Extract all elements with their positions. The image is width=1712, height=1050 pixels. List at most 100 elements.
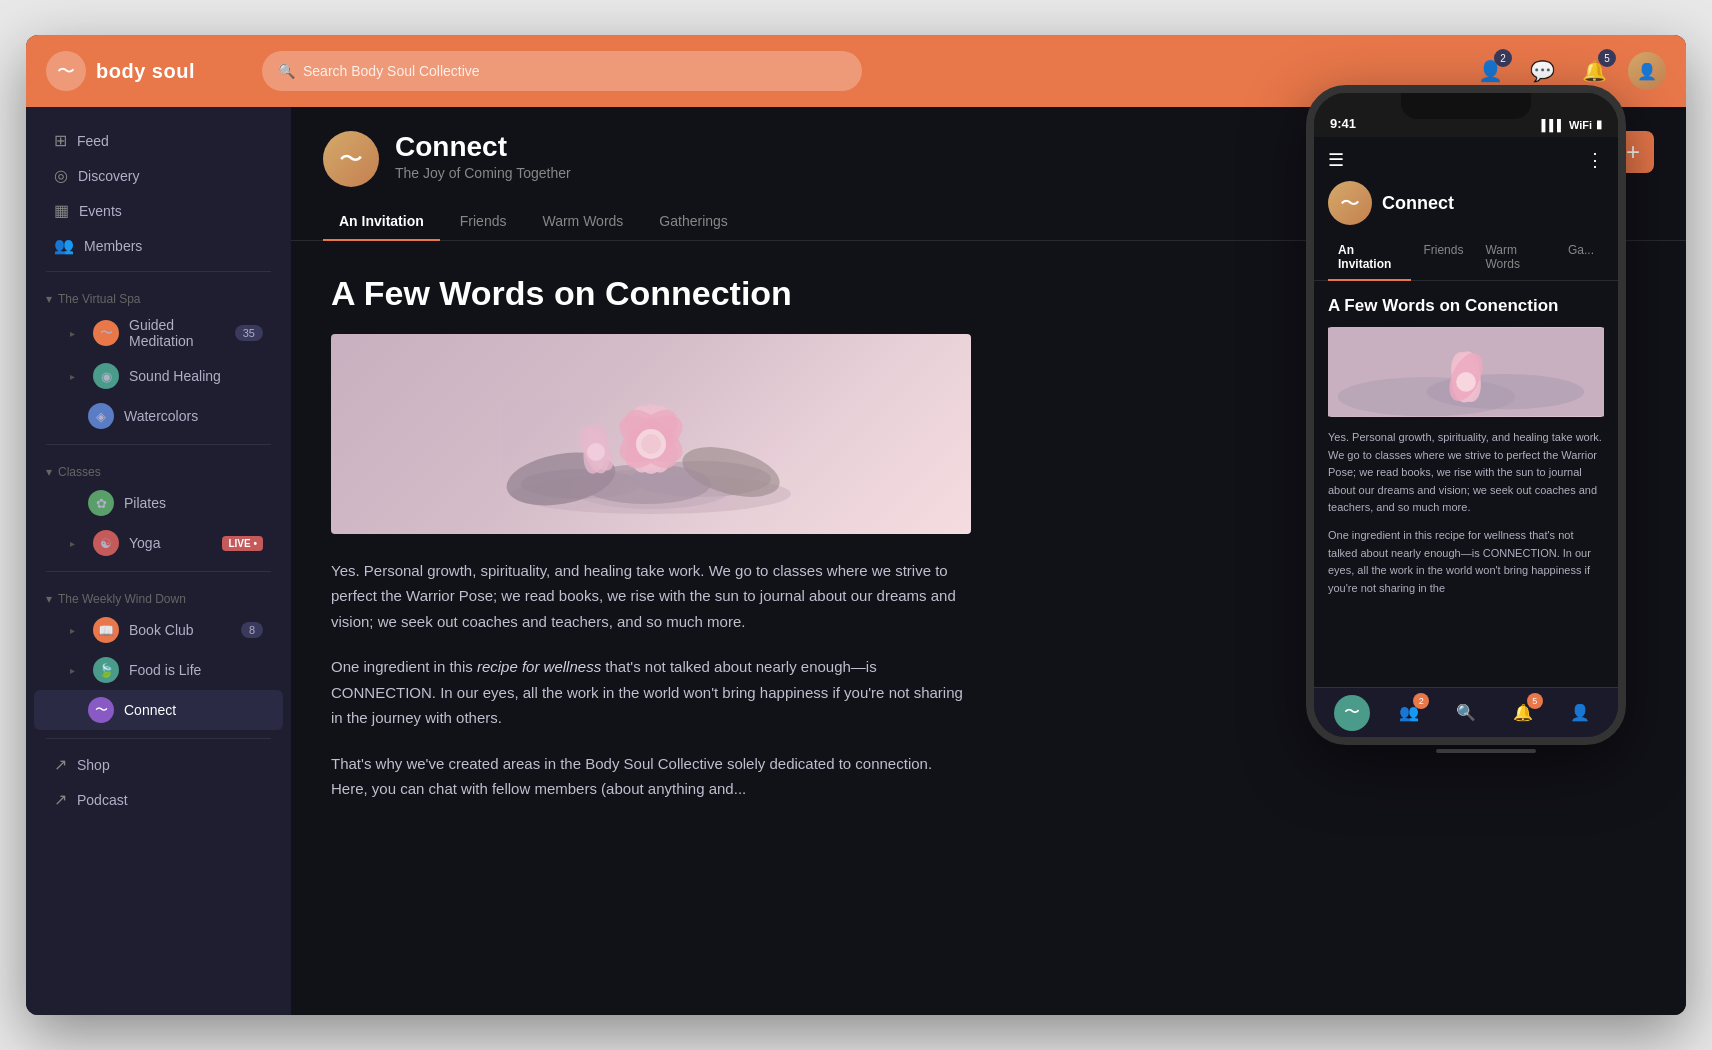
section-label: The Virtual Spa [58, 292, 141, 306]
phone-article-body: Yes. Personal growth, spirituality, and … [1328, 429, 1604, 597]
watercolors-icon: ◈ [88, 403, 114, 429]
food-is-life-icon: 🍃 [93, 657, 119, 683]
svg-point-26 [1456, 372, 1476, 392]
yoga-live-badge: LIVE • [222, 536, 263, 551]
connect-icon: 〜 [88, 697, 114, 723]
section-collapse-icon: ▾ [46, 292, 52, 306]
phone-content: ☰ ⋮ 〜 Connect An Invitation Friends Warm… [1314, 137, 1618, 687]
phone-connect-title: Connect [1382, 193, 1454, 214]
search-placeholder: Search Body Soul Collective [303, 63, 480, 79]
section-virtual-spa[interactable]: ▾ The Virtual Spa [26, 280, 291, 310]
phone-home-nav[interactable]: 〜 [1334, 695, 1370, 731]
phone-article-title: A Few Words on Conenction [1328, 295, 1604, 317]
sidebar-item-food-is-life[interactable]: ▸ 🍃 Food is Life [34, 650, 283, 690]
item-label: Pilates [124, 495, 166, 511]
item-label: Guided Meditation [129, 317, 225, 349]
sound-healing-icon: ◉ [93, 363, 119, 389]
item-label: Sound Healing [129, 368, 221, 384]
search-icon: 🔍 [278, 63, 295, 79]
phone-tab-invitation[interactable]: An Invitation [1328, 235, 1411, 281]
article-paragraph-3: That's why we've created areas in the Bo… [331, 751, 971, 802]
logo-icon: 〜 [46, 51, 86, 91]
sidebar-item-discovery[interactable]: ◎ Discovery [34, 158, 283, 193]
sidebar-item-watercolors[interactable]: ◈ Watercolors [34, 396, 283, 436]
tab-gatherings[interactable]: Gatherings [643, 203, 743, 241]
phone-profile-row: 〜 Connect [1314, 171, 1618, 235]
sidebar-item-label: Feed [77, 133, 109, 149]
chat-icon: 💬 [1530, 59, 1555, 83]
sidebar: ⊞ Feed ◎ Discovery ▦ Events 👥 Members ▾ … [26, 107, 291, 1015]
sidebar-item-yoga[interactable]: ▸ ☯ Yoga LIVE • [34, 523, 283, 563]
guided-meditation-icon: 〜 [93, 320, 119, 346]
article-paragraph-1: Yes. Personal growth, spirituality, and … [331, 558, 971, 635]
external-link-icon: ↗ [54, 790, 67, 809]
notifications-icon-button[interactable]: 🔔 5 [1576, 53, 1612, 89]
expand-arrow-icon: ▸ [70, 328, 75, 339]
mobile-mockup: 9:41 ▌▌▌ WiFi ▮ ☰ ⋮ 〜 Connect [1306, 85, 1666, 805]
phone-notification-icon-btn[interactable]: 🔔 5 [1505, 695, 1541, 731]
sidebar-item-label: Discovery [78, 168, 139, 184]
item-label: Food is Life [129, 662, 201, 678]
expand-arrow-icon: ▸ [70, 538, 75, 549]
sidebar-item-members[interactable]: 👥 Members [34, 228, 283, 263]
sidebar-item-label: Shop [77, 757, 110, 773]
phone-menu-icon[interactable]: ☰ [1328, 149, 1344, 171]
phone-friends-icon-btn[interactable]: 👥 2 [1391, 695, 1427, 731]
events-icon: ▦ [54, 201, 69, 220]
sidebar-item-podcast[interactable]: ↗ Podcast [34, 782, 283, 817]
phone-bottom-bar: 〜 👥 2 🔍 🔔 5 👤 [1314, 687, 1618, 737]
phone-tab-gatherings[interactable]: Ga... [1558, 235, 1604, 281]
article-title: A Few Words on Connection [331, 273, 971, 314]
section-label: Classes [58, 465, 101, 479]
phone-more-icon[interactable]: ⋮ [1586, 149, 1604, 171]
app-name: body soul [96, 60, 195, 83]
phone-notification-badge: 5 [1527, 693, 1543, 709]
phone-tab-friends[interactable]: Friends [1413, 235, 1473, 281]
tab-warm-words[interactable]: Warm Words [526, 203, 639, 241]
sidebar-divider-4 [46, 738, 271, 739]
sidebar-divider-1 [46, 271, 271, 272]
expand-arrow-icon: ▸ [70, 625, 75, 636]
sidebar-item-feed[interactable]: ⊞ Feed [34, 123, 283, 158]
friends-badge: 2 [1494, 49, 1512, 67]
article-content: A Few Words on Connection [291, 241, 1011, 854]
phone-tabs: An Invitation Friends Warm Words Ga... [1314, 235, 1618, 281]
phone-top-bar: ☰ ⋮ [1314, 137, 1618, 171]
app-window: 〜 body soul 🔍 Search Body Soul Collectiv… [26, 35, 1686, 1015]
members-icon: 👥 [54, 236, 74, 255]
search-bar[interactable]: 🔍 Search Body Soul Collective [262, 51, 862, 91]
signal-icon: ▌▌▌ [1541, 119, 1564, 131]
section-classes[interactable]: ▾ Classes [26, 453, 291, 483]
sidebar-item-guided-meditation[interactable]: ▸ 〜 Guided Meditation 35 [34, 310, 283, 356]
tab-invitation[interactable]: An Invitation [323, 203, 440, 241]
item-label: Yoga [129, 535, 160, 551]
article-hero-image [331, 334, 971, 534]
sidebar-item-book-club[interactable]: ▸ 📖 Book Club 8 [34, 610, 283, 650]
phone-tab-warm-words[interactable]: Warm Words [1475, 235, 1556, 281]
sidebar-item-pilates[interactable]: ✿ Pilates [34, 483, 283, 523]
section-weekly-wind-down[interactable]: ▾ The Weekly Wind Down [26, 580, 291, 610]
friends-icon-button[interactable]: 👤 2 [1472, 53, 1508, 89]
sidebar-item-shop[interactable]: ↗ Shop [34, 747, 283, 782]
item-label: Connect [124, 702, 176, 718]
logo-area: 〜 body soul [46, 51, 246, 91]
phone-search-icon-btn[interactable]: 🔍 [1448, 695, 1484, 731]
sidebar-item-connect[interactable]: 〜 Connect [34, 690, 283, 730]
section-label: The Weekly Wind Down [58, 592, 186, 606]
external-link-icon: ↗ [54, 755, 67, 774]
item-label: Watercolors [124, 408, 198, 424]
article-body: Yes. Personal growth, spirituality, and … [331, 558, 971, 802]
phone-time: 9:41 [1330, 116, 1356, 131]
chat-icon-button[interactable]: 💬 [1524, 53, 1560, 89]
phone-profile-nav[interactable]: 👤 [1562, 695, 1598, 731]
sidebar-item-events[interactable]: ▦ Events [34, 193, 283, 228]
phone-search-nav[interactable]: 🔍 [1448, 695, 1484, 731]
phone-notch [1401, 93, 1531, 119]
phone-profile-icon-btn[interactable]: 👤 [1562, 695, 1598, 731]
phone-home-icon-btn[interactable]: 〜 [1334, 695, 1370, 731]
tab-friends[interactable]: Friends [444, 203, 523, 241]
guided-meditation-badge: 35 [235, 325, 263, 341]
section-collapse-icon: ▾ [46, 465, 52, 479]
phone-article-image [1328, 327, 1604, 417]
sidebar-item-sound-healing[interactable]: ▸ ◉ Sound Healing [34, 356, 283, 396]
